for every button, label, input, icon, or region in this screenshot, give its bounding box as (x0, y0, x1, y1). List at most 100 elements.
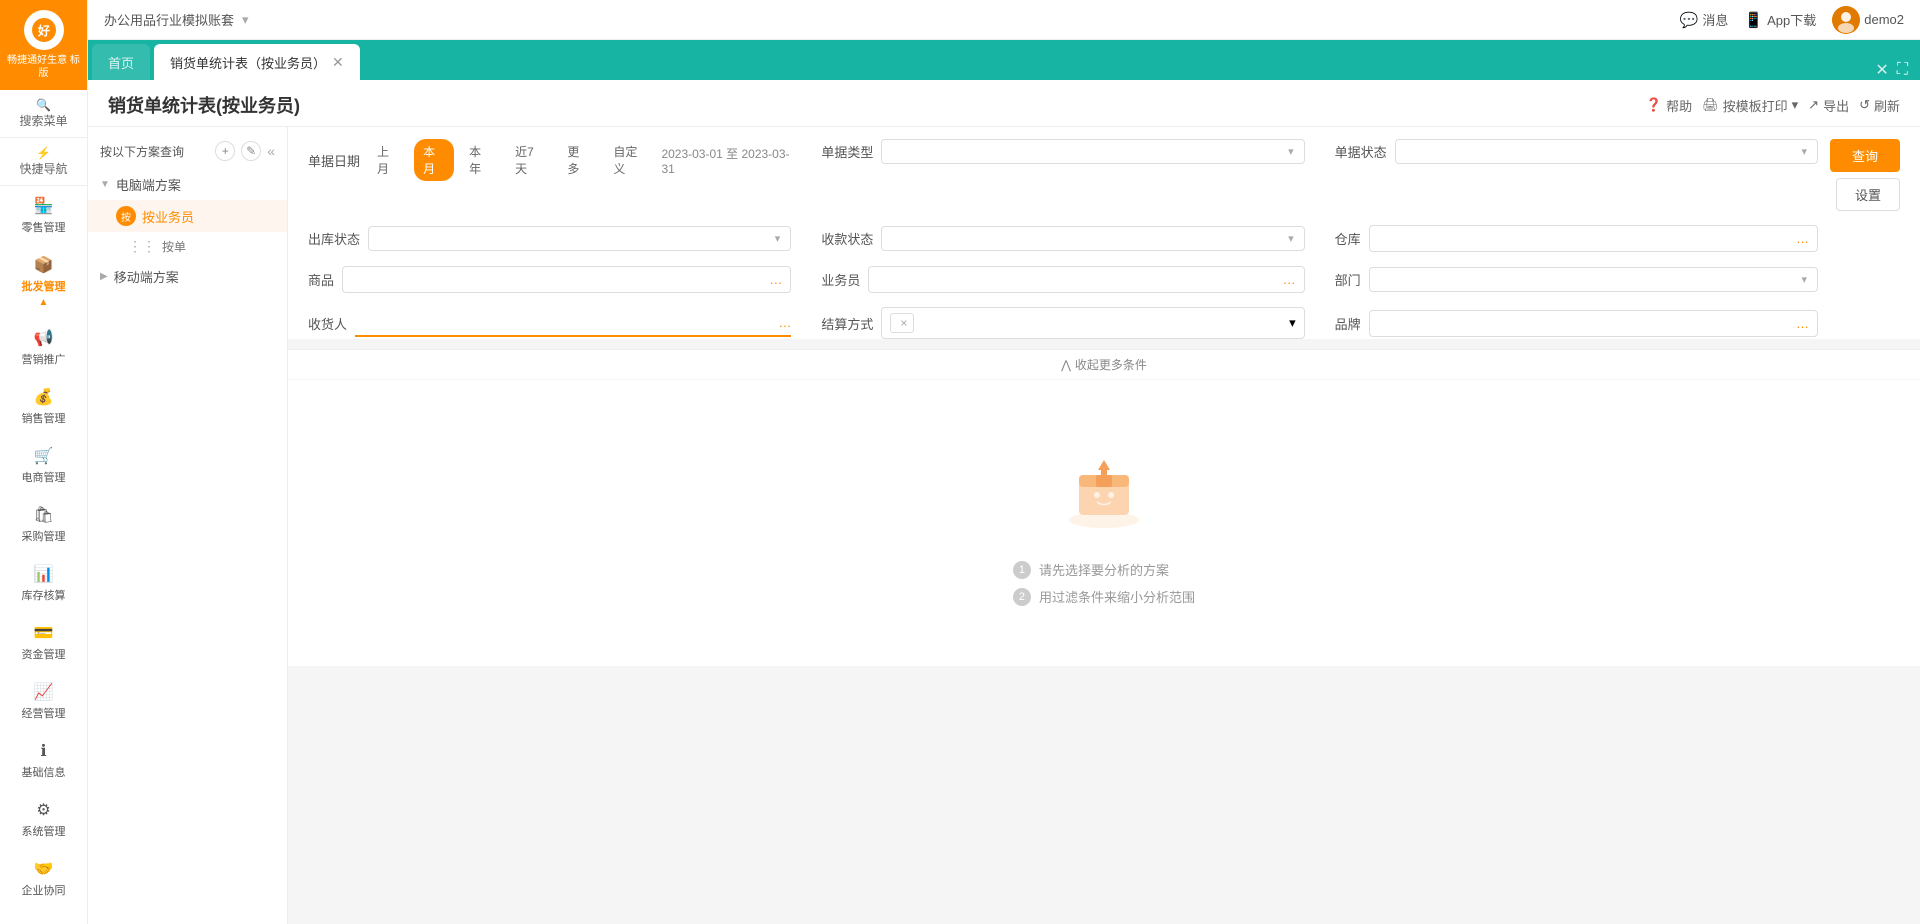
sidebar-logo[interactable]: 好 畅捷通好生意 标版 (0, 0, 87, 90)
company-dropdown-icon[interactable]: ▾ (242, 12, 249, 28)
collapse-panel-button[interactable]: « (267, 143, 275, 159)
user-menu[interactable]: demo2 (1832, 6, 1904, 34)
avatar (1832, 6, 1860, 34)
sidebar-item-sales[interactable]: 💰 销售管理 (0, 377, 87, 436)
sidebar-item-basic-info[interactable]: ℹ 基础信息 (0, 731, 87, 790)
tab-home[interactable]: 首页 (92, 44, 150, 80)
basic-info-icon: ℹ (40, 741, 46, 761)
date-btn-more[interactable]: 更多 (558, 139, 598, 181)
right-panel: 单据日期 上月 本月 本年 近7天 更多 自定义 2023-03-01 至 20… (288, 127, 1920, 924)
bill-status-select[interactable]: ▾ (1395, 139, 1818, 164)
tab-maximize-icon[interactable]: ⛶ (1897, 61, 1908, 79)
add-scheme-button[interactable]: + (215, 141, 235, 161)
receipt-status-label: 收款状态 (821, 229, 873, 248)
receipt-status-chevron-icon: ▾ (1288, 232, 1294, 245)
tab-close-window-icon[interactable]: ✕ (1875, 60, 1888, 80)
sidebar-item-purchase[interactable]: 🛍 采购管理 (0, 495, 87, 554)
settlement-clear-icon[interactable]: × (900, 316, 907, 330)
warehouse-select[interactable]: … (1369, 225, 1818, 252)
brand-select[interactable]: … (1369, 310, 1818, 337)
lightning-icon: ⚡ (4, 146, 83, 160)
sidebar-item-enterprise[interactable]: 🤝 企业协同 (0, 849, 87, 908)
department-chevron-icon: ▾ (1801, 273, 1807, 286)
sidebar-item-retail[interactable]: 🏪 零售管理 (0, 186, 87, 245)
date-btn-last-7days[interactable]: 近7天 (506, 139, 552, 181)
settlement-select[interactable]: × ▾ (881, 307, 1304, 339)
refresh-icon: ↺ (1859, 97, 1870, 113)
filter-warehouse: 仓库 … (1335, 225, 1818, 252)
consignee-label: 收货人 (308, 314, 347, 333)
date-btn-this-month[interactable]: 本月 (414, 139, 454, 181)
sidebar-item-search[interactable]: 🔍 搜索菜单 (0, 90, 87, 138)
salesperson-dots-icon: … (1283, 272, 1296, 287)
search-icon: 🔍 (4, 98, 83, 112)
content-area: 销货单统计表(按业务员) ❓ 帮助 🖨 按模板打印 ▾ ↗ 导出 ↺ 刷新 (88, 80, 1920, 924)
tree-item-order-label: 按单 (162, 238, 186, 255)
tab-sales-stats[interactable]: 销货单统计表（按业务员） ✕ (154, 44, 360, 80)
tree-item-by-order[interactable]: ⋮⋮ 按单 (88, 232, 287, 261)
sidebar-item-wholesale[interactable]: 📦 批发管理 ▲ (0, 245, 87, 318)
consignee-dots-icon: … (778, 315, 791, 330)
edit-scheme-button[interactable]: ✎ (241, 141, 261, 161)
retail-icon: 🏪 (34, 196, 54, 216)
export-button[interactable]: ↗ 导出 (1808, 96, 1849, 115)
brand-dots-icon: … (1796, 316, 1809, 331)
salesperson-select[interactable]: … (868, 266, 1304, 293)
refresh-button[interactable]: ↺ 刷新 (1859, 96, 1900, 115)
inventory-icon: 📊 (34, 564, 54, 584)
left-panel-icons: + ✎ « (215, 141, 275, 161)
empty-hints: 1 请先选择要分析的方案 2 用过滤条件来缩小分析范围 (1013, 560, 1195, 606)
date-range-display: 2023-03-01 至 2023-03-31 (661, 145, 791, 176)
department-select[interactable]: ▾ (1369, 267, 1818, 292)
filter-settlement: 结算方式 × ▾ (821, 307, 1304, 339)
query-button-group: 查询 设置 (1830, 139, 1900, 211)
goods-select[interactable]: … (342, 266, 791, 293)
date-btn-custom[interactable]: 自定义 (604, 139, 655, 181)
query-button[interactable]: 查询 (1830, 139, 1900, 172)
collapse-up-icon: ⋀ (1061, 358, 1071, 372)
main-panel: 按以下方案查询 + ✎ « ▼ (88, 127, 1920, 924)
scheme-tree: ▼ 电脑端方案 按 按业务员 ⋮⋮ 按单 (88, 169, 287, 292)
tree-group-desktop-label: 电脑端方案 (116, 175, 181, 194)
sidebar-item-inventory[interactable]: 📊 库存核算 (0, 554, 87, 613)
consignee-input[interactable]: … (355, 310, 791, 337)
sidebar-item-finance[interactable]: 💳 资金管理 (0, 613, 87, 672)
message-button[interactable]: 💬 消息 (1680, 10, 1729, 29)
tree-group-mobile-label: 移动端方案 (114, 267, 179, 286)
sidebar-item-quicknav[interactable]: ⚡ 快捷导航 (0, 138, 87, 186)
tree-item-by-salesperson[interactable]: 按 按业务员 (88, 200, 287, 232)
date-btn-this-year[interactable]: 本年 (460, 139, 500, 181)
tree-group-desktop: ▼ 电脑端方案 按 按业务员 ⋮⋮ 按单 (88, 169, 287, 261)
date-btn-last-month[interactable]: 上月 (368, 139, 408, 181)
filter-collapse-button[interactable]: ⋀ 收起更多条件 (288, 349, 1920, 379)
date-label: 单据日期 (308, 151, 360, 170)
help-button[interactable]: ❓ 帮助 (1646, 96, 1692, 115)
tree-group-mobile-title[interactable]: ▶ 移动端方案 (88, 261, 287, 292)
tree-expand-icon: ▼ (100, 179, 110, 190)
receipt-status-select[interactable]: ▾ (881, 226, 1304, 251)
sidebar-item-system[interactable]: ⚙ 系统管理 (0, 790, 87, 849)
setting-button[interactable]: 设置 (1836, 178, 1900, 211)
ecommerce-icon: 🛒 (34, 446, 54, 466)
print-button[interactable]: 🖨 按模板打印 ▾ (1702, 96, 1798, 115)
sidebar-item-operations[interactable]: 📈 经营管理 (0, 672, 87, 731)
bill-type-label: 单据类型 (821, 142, 873, 161)
empty-illustration (1054, 440, 1154, 540)
tree-group-desktop-title[interactable]: ▼ 电脑端方案 (88, 169, 287, 200)
out-status-select[interactable]: ▾ (368, 226, 791, 251)
print-dropdown-icon[interactable]: ▾ (1792, 97, 1799, 113)
filter-row-2: 出库状态 ▾ 收款状态 ▾ (308, 225, 1900, 252)
help-icon: ❓ (1646, 97, 1662, 113)
tab-close-icon[interactable]: ✕ (332, 55, 344, 69)
sidebar-item-marketing[interactable]: 📢 营销推广 (0, 318, 87, 377)
edit-icon: ✎ (246, 144, 256, 158)
app-download-button[interactable]: 📱 App下载 (1744, 10, 1816, 29)
empty-state: 1 请先选择要分析的方案 2 用过滤条件来缩小分析范围 (288, 380, 1920, 666)
marketing-icon: 📢 (34, 328, 54, 348)
settlement-label: 结算方式 (821, 314, 873, 333)
bill-type-select[interactable]: ▾ (881, 139, 1304, 164)
empty-hint-2: 2 用过滤条件来缩小分析范围 (1013, 587, 1195, 606)
wholesale-icon: 📦 (34, 255, 54, 275)
sidebar-item-ecommerce[interactable]: 🛒 电商管理 (0, 436, 87, 495)
message-icon: 💬 (1680, 11, 1699, 29)
